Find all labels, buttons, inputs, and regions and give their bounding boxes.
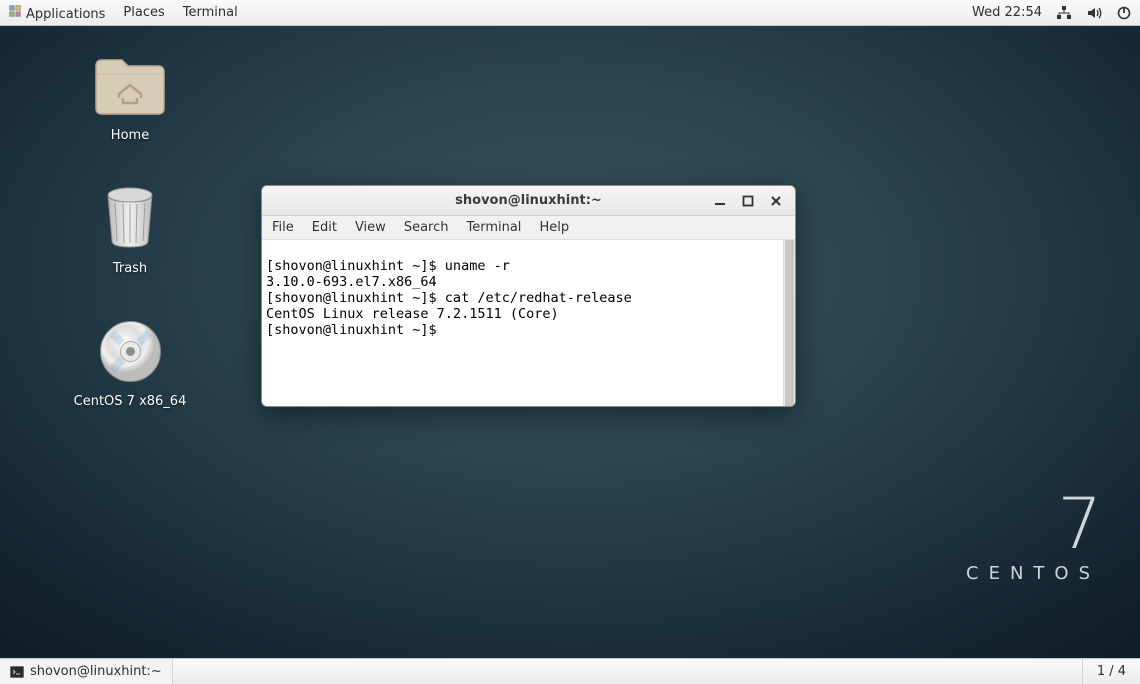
menu-search[interactable]: Search [404, 220, 449, 235]
places-menu[interactable]: Places [123, 5, 164, 20]
bottom-panel: shovon@linuxhint:~ 1 / 4 [0, 658, 1140, 684]
titlebar[interactable]: shovon@linuxhint:~ [262, 186, 795, 216]
network-icon[interactable] [1056, 5, 1072, 21]
menu-terminal[interactable]: Terminal [466, 220, 521, 235]
menu-edit[interactable]: Edit [312, 220, 337, 235]
scrollbar[interactable] [783, 240, 795, 406]
disc-label: CentOS 7 x86_64 [60, 394, 200, 409]
menu-file[interactable]: File [272, 220, 294, 235]
applications-menu[interactable]: Applications [8, 4, 105, 22]
volume-icon[interactable] [1086, 5, 1102, 21]
menu-help[interactable]: Help [539, 220, 569, 235]
folder-icon [90, 50, 170, 120]
task-label: shovon@linuxhint:~ [30, 664, 162, 679]
task-terminal[interactable]: shovon@linuxhint:~ [0, 659, 173, 684]
centos-branding: 7 CENTOS [966, 489, 1100, 584]
home-label: Home [60, 128, 200, 143]
trash-label: Trash [60, 261, 200, 276]
terminal-icon [10, 665, 24, 679]
workspace-indicator[interactable]: 1 / 4 [1082, 659, 1140, 684]
centos-icon [8, 4, 22, 18]
trash[interactable]: Trash [60, 183, 200, 276]
menu-view[interactable]: View [355, 220, 386, 235]
power-icon[interactable] [1116, 5, 1132, 21]
clock[interactable]: Wed 22:54 [972, 5, 1042, 20]
distro-name: CENTOS [966, 563, 1100, 584]
cd-icon [90, 316, 170, 386]
terminal-output[interactable]: [shovon@linuxhint ~]$ uname -r 3.10.0-69… [262, 240, 795, 406]
maximize-button[interactable] [741, 194, 755, 208]
scrollbar-thumb[interactable] [785, 240, 794, 406]
close-button[interactable] [769, 194, 783, 208]
centos-disc[interactable]: CentOS 7 x86_64 [60, 316, 200, 409]
desktop-icons: Home Trash [60, 50, 200, 449]
menubar: File Edit View Search Terminal Help [262, 216, 795, 240]
version-number: 7 [966, 489, 1100, 559]
minimize-button[interactable] [713, 194, 727, 208]
terminal-menu[interactable]: Terminal [183, 5, 238, 20]
terminal-window[interactable]: shovon@linuxhint:~ File Edit View Search… [261, 185, 796, 407]
trash-icon [90, 183, 170, 253]
top-panel: Applications Places Terminal Wed 22:54 [0, 0, 1140, 26]
home-folder[interactable]: Home [60, 50, 200, 143]
